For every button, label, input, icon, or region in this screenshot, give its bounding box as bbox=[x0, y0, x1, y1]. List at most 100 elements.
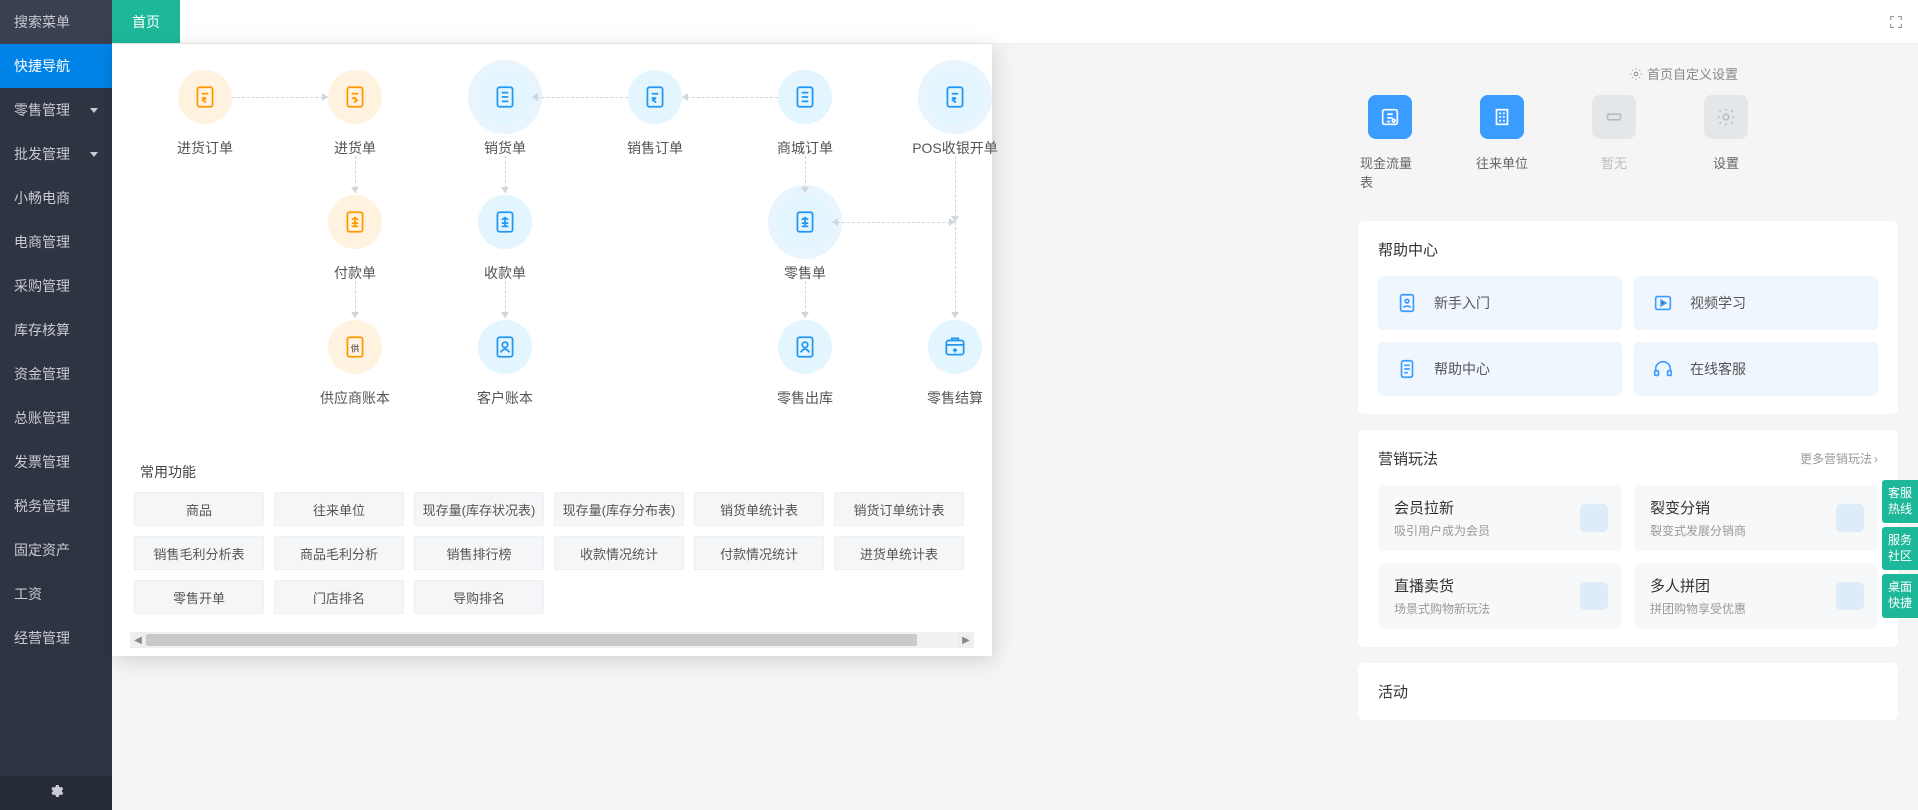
common-chip-12[interactable]: 零售开单 bbox=[134, 580, 264, 614]
sidebar-item-label: 发票管理 bbox=[14, 452, 70, 472]
sidebar-item-11[interactable]: 税务管理 bbox=[0, 484, 112, 528]
sidebar-item-7[interactable]: 库存核算 bbox=[0, 308, 112, 352]
homepage-settings-link[interactable]: 首页自定义设置 bbox=[1358, 64, 1898, 83]
help-video[interactable]: 视频学习 bbox=[1634, 276, 1878, 330]
float-btn-0[interactable]: 客服热线 bbox=[1882, 480, 1918, 523]
quick-cashflow[interactable]: 现金流量表 bbox=[1360, 95, 1420, 191]
sidebar-item-5[interactable]: 电商管理 bbox=[0, 220, 112, 264]
flow-node-label: 销售订单 bbox=[580, 138, 730, 158]
flow-node-retail-out[interactable]: 零售出库 bbox=[730, 320, 880, 408]
scroll-track[interactable] bbox=[146, 632, 958, 648]
flow-node-label: 进货单 bbox=[280, 138, 430, 158]
flow-node-retail-settle[interactable]: 零售结算 bbox=[880, 320, 1030, 408]
common-chip-13[interactable]: 门店排名 bbox=[274, 580, 404, 614]
quick-contacts[interactable]: 往来单位 bbox=[1472, 95, 1532, 191]
promo-item-3[interactable]: 多人拼团拼团购物享受优惠 bbox=[1634, 563, 1878, 629]
help-help[interactable]: 帮助中心 bbox=[1378, 342, 1622, 396]
common-chip-14[interactable]: 导购排名 bbox=[414, 580, 544, 614]
sidebar-item-13[interactable]: 工资 bbox=[0, 572, 112, 616]
sidebar-item-14[interactable]: 经营管理 bbox=[0, 616, 112, 660]
common-chip-11[interactable]: 进货单统计表 bbox=[834, 536, 964, 570]
promo-more-link[interactable]: 更多营销玩法 › bbox=[1800, 450, 1878, 467]
common-chip-9[interactable]: 收款情况统计 bbox=[554, 536, 684, 570]
common-chip-6[interactable]: 销售毛利分析表 bbox=[134, 536, 264, 570]
common-chip-7[interactable]: 商品毛利分析 bbox=[274, 536, 404, 570]
pos-icon bbox=[928, 70, 982, 124]
floating-buttons: 客服热线服务社区桌面快捷 bbox=[1882, 480, 1918, 618]
chevron-down-icon bbox=[90, 108, 98, 113]
flow-node-supplier-ledger[interactable]: 供供应商账本 bbox=[280, 320, 430, 408]
newbie-icon bbox=[1394, 290, 1420, 316]
common-functions-title: 常用功能 bbox=[140, 462, 974, 482]
flow-node-retail[interactable]: 零售单 bbox=[730, 195, 880, 283]
horizontal-scrollbar[interactable]: ◀ ▶ bbox=[130, 632, 974, 648]
sale-icon bbox=[478, 70, 532, 124]
sidebar-item-0[interactable]: 搜索菜单 bbox=[0, 0, 112, 44]
quick-none: 暂无 bbox=[1584, 95, 1644, 191]
flow-node-customer-ledger[interactable]: 客户账本 bbox=[430, 320, 580, 408]
promo-item-1[interactable]: 裂变分销裂变式发展分销商 bbox=[1634, 485, 1878, 551]
flow-node-label: 客户账本 bbox=[430, 388, 580, 408]
flow-node-label: 进货订单 bbox=[130, 138, 280, 158]
activity-title: 活动 bbox=[1378, 681, 1878, 702]
quick-settings[interactable]: 设置 bbox=[1696, 95, 1756, 191]
promo-bg-icon bbox=[1830, 498, 1870, 538]
chevron-down-icon bbox=[90, 152, 98, 157]
sidebar-item-label: 快捷导航 bbox=[14, 56, 70, 76]
flow-node-label: 收款单 bbox=[430, 263, 580, 283]
customer-ledger-icon bbox=[478, 320, 532, 374]
sidebar-item-label: 搜索菜单 bbox=[14, 12, 70, 32]
promo-item-2[interactable]: 直播卖货场景式购物新玩法 bbox=[1378, 563, 1622, 629]
fullscreen-button[interactable] bbox=[1874, 0, 1918, 43]
sidebar-item-2[interactable]: 零售管理 bbox=[0, 88, 112, 132]
float-btn-1[interactable]: 服务社区 bbox=[1882, 527, 1918, 570]
common-chip-10[interactable]: 付款情况统计 bbox=[694, 536, 824, 570]
common-chip-4[interactable]: 销货单统计表 bbox=[694, 492, 824, 526]
sidebar-item-1[interactable]: 快捷导航 bbox=[0, 44, 112, 88]
promo-bg-icon bbox=[1574, 498, 1614, 538]
float-btn-2[interactable]: 桌面快捷 bbox=[1882, 574, 1918, 617]
common-chip-8[interactable]: 销售排行榜 bbox=[414, 536, 544, 570]
sidebar-item-6[interactable]: 采购管理 bbox=[0, 264, 112, 308]
flow-node-payment[interactable]: 付款单 bbox=[280, 195, 430, 283]
flow-node-receipt[interactable]: 收款单 bbox=[430, 195, 580, 283]
flow-node-label: 零售出库 bbox=[730, 388, 880, 408]
scroll-left-button[interactable]: ◀ bbox=[130, 632, 146, 648]
promo-bg-icon bbox=[1830, 576, 1870, 616]
promo-item-0[interactable]: 会员拉新吸引用户成为会员 bbox=[1378, 485, 1622, 551]
mall-order-icon bbox=[778, 70, 832, 124]
common-chip-1[interactable]: 往来单位 bbox=[274, 492, 404, 526]
sidebar-item-4[interactable]: 小畅电商 bbox=[0, 176, 112, 220]
sidebar: 搜索菜单快捷导航零售管理批发管理小畅电商电商管理采购管理库存核算资金管理总账管理… bbox=[0, 0, 112, 810]
common-chip-5[interactable]: 销货订单统计表 bbox=[834, 492, 964, 526]
help-center-title: 帮助中心 bbox=[1378, 239, 1438, 260]
chevron-right-icon: › bbox=[1874, 452, 1878, 466]
flow-node-mall-order[interactable]: 商城订单 bbox=[730, 70, 880, 158]
help-center-card: 帮助中心 新手入门视频学习帮助中心在线客服 bbox=[1358, 221, 1898, 414]
scroll-right-button[interactable]: ▶ bbox=[958, 632, 974, 648]
help-service[interactable]: 在线客服 bbox=[1634, 342, 1878, 396]
flow-node-label: 零售单 bbox=[730, 263, 880, 283]
flow-node-sale-order[interactable]: 销售订单 bbox=[580, 70, 730, 158]
svg-text:供: 供 bbox=[351, 342, 360, 353]
sidebar-item-9[interactable]: 总账管理 bbox=[0, 396, 112, 440]
sidebar-settings-button[interactable] bbox=[0, 776, 112, 810]
tab-home[interactable]: 首页 bbox=[112, 0, 180, 43]
help-newbie[interactable]: 新手入门 bbox=[1378, 276, 1622, 330]
flow-node-purchase[interactable]: 进货单 bbox=[280, 70, 430, 158]
flow-node-label: POS收银开单 bbox=[880, 138, 1030, 158]
common-chip-2[interactable]: 现存量(库存状况表) bbox=[414, 492, 544, 526]
scroll-thumb[interactable] bbox=[146, 634, 917, 646]
quick-access-row: 现金流量表往来单位暂无设置 bbox=[1358, 95, 1898, 191]
sidebar-item-10[interactable]: 发票管理 bbox=[0, 440, 112, 484]
sidebar-item-label: 经营管理 bbox=[14, 628, 70, 648]
sidebar-item-3[interactable]: 批发管理 bbox=[0, 132, 112, 176]
flow-node-purchase-order[interactable]: 进货订单 bbox=[130, 70, 280, 158]
flow-node-pos[interactable]: POS收银开单 bbox=[880, 70, 1030, 158]
sidebar-item-12[interactable]: 固定资产 bbox=[0, 528, 112, 572]
retail-out-icon bbox=[778, 320, 832, 374]
sidebar-item-8[interactable]: 资金管理 bbox=[0, 352, 112, 396]
common-chip-0[interactable]: 商品 bbox=[134, 492, 264, 526]
common-chip-3[interactable]: 现存量(库存分布表) bbox=[554, 492, 684, 526]
flow-node-sale[interactable]: 销货单 bbox=[430, 70, 580, 158]
